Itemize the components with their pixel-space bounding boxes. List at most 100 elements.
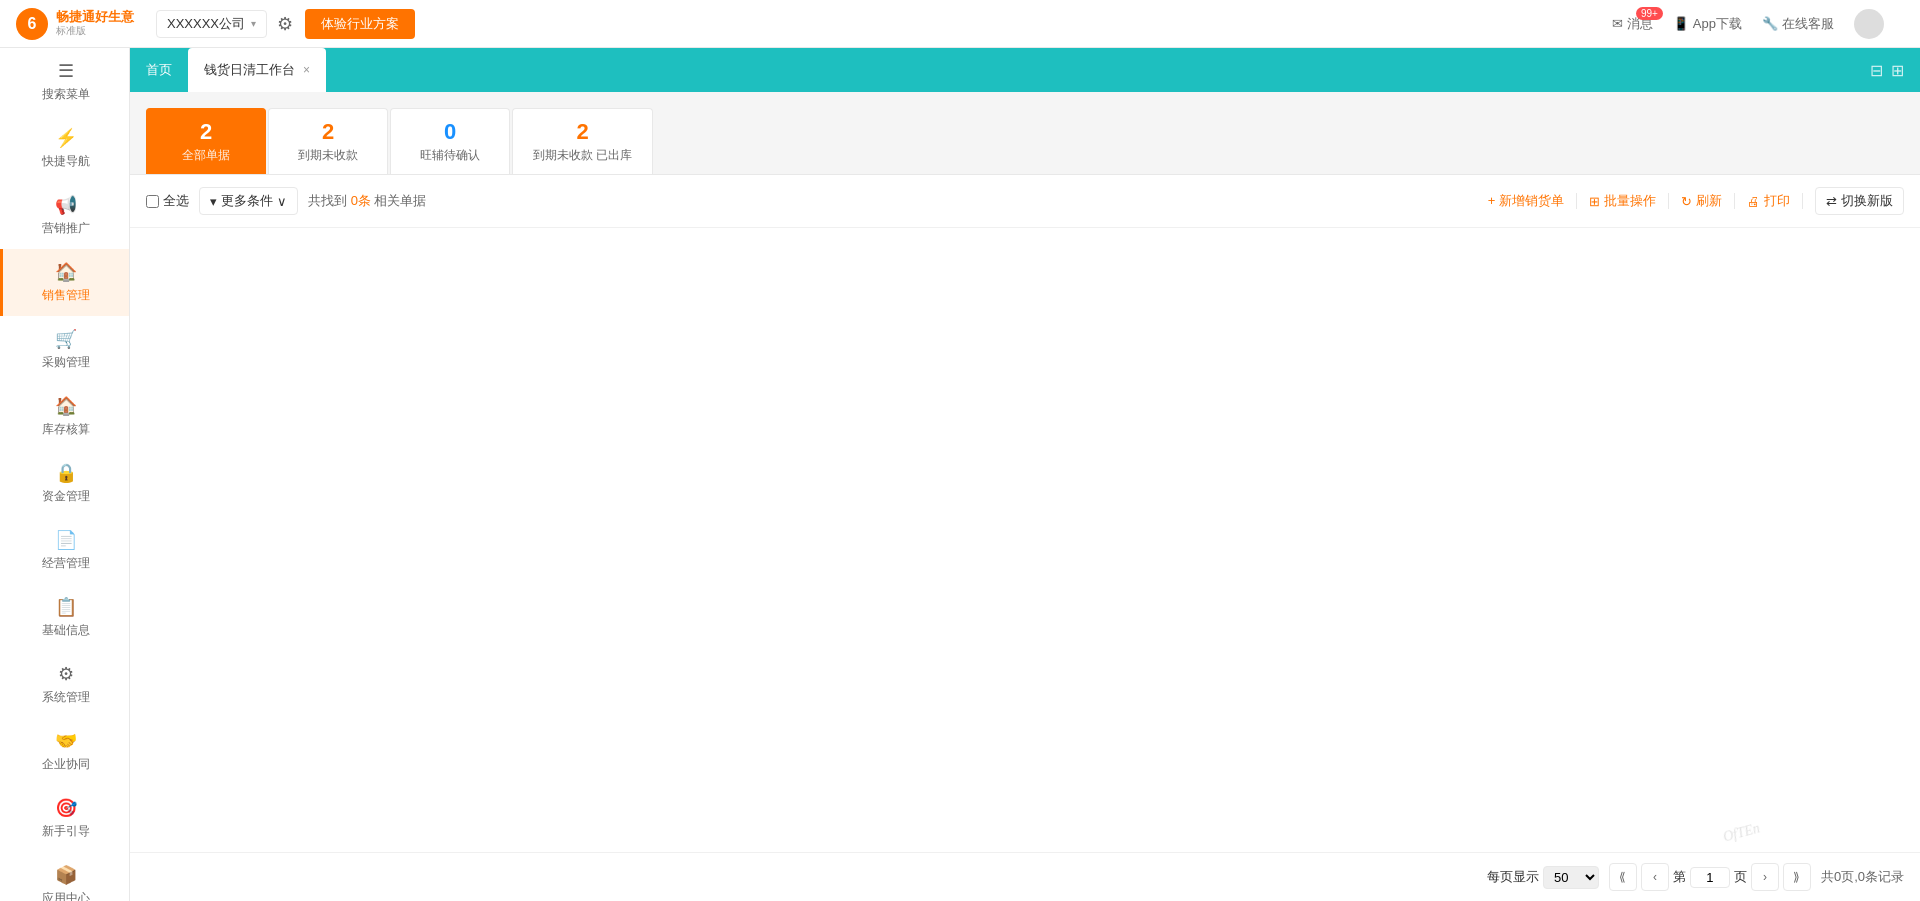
sidebar-item-base-info[interactable]: 📋 基础信息 — [0, 584, 129, 651]
layout: ☰ 搜索菜单 ⚡ 快捷导航 📢 营销推广 🏠 销售管理 🛒 采购管理 🏠 库存核… — [0, 48, 1920, 901]
stat-label-overdue: 到期未收款 — [289, 147, 367, 164]
sales-icon: 🏠 — [55, 261, 77, 283]
sidebar-item-system[interactable]: ⚙ 系统管理 — [0, 651, 129, 718]
page-last-button[interactable]: ⟫ — [1783, 863, 1811, 891]
quick-nav-icon: ⚡ — [55, 127, 77, 149]
filter-icon: ▾ — [210, 194, 217, 209]
stat-label-overdue-shipped: 到期未收款 已出库 — [533, 147, 632, 164]
sidebar-item-operations[interactable]: 📄 经营管理 — [0, 517, 129, 584]
search-menu-icon: ☰ — [58, 60, 74, 82]
toolbar-right: + 新增销货单 ⊞ 批量操作 ↻ 刷新 🖨 打印 — [1488, 187, 1904, 215]
header-right: ✉ 消息 99+ 📱 App下载 🔧 在线客服 — [1612, 9, 1904, 39]
toolbar: 全选 ▾ 更多条件 ∨ 共找到 0条 相关单据 + 新增销货单 ⊞ — [130, 174, 1920, 228]
table-area — [130, 228, 1920, 852]
print-button[interactable]: 🖨 打印 — [1747, 192, 1790, 210]
top-header: 6 畅捷通好生意 标准版 XXXXXX公司 ▾ ⚙ 体验行业方案 ✉ 消息 99… — [0, 0, 1920, 48]
app-center-icon: 📦 — [55, 864, 77, 886]
stat-tab-overdue-shipped[interactable]: 2 到期未收款 已出库 — [512, 108, 653, 174]
finance-icon: 🔒 — [55, 462, 77, 484]
stat-label-pending: 旺辅待确认 — [411, 147, 489, 164]
company-selector[interactable]: XXXXXX公司 ▾ — [156, 10, 267, 38]
sidebar-item-guide[interactable]: 🎯 新手引导 — [0, 785, 129, 852]
app-download-icon: 📱 — [1673, 16, 1689, 31]
sidebar-item-app-center[interactable]: 📦 应用中心 — [0, 852, 129, 901]
sidebar-label-finance: 资金管理 — [42, 488, 90, 505]
online-service-button[interactable]: 🔧 在线客服 — [1762, 15, 1834, 33]
sidebar-item-sales[interactable]: 🏠 销售管理 — [0, 249, 129, 316]
trial-button[interactable]: 体验行业方案 — [305, 9, 415, 39]
logo-icon: 6 — [16, 8, 48, 40]
message-icon: ✉ — [1612, 16, 1623, 31]
main-content: 首页 钱货日清工作台 × ⊟ ⊞ 2 全部单据 2 到期未收款 — [130, 48, 1920, 901]
page-total: 共0页,0条记录 — [1821, 868, 1904, 886]
sidebar-item-purchase[interactable]: 🛒 采购管理 — [0, 316, 129, 383]
refresh-button[interactable]: ↻ 刷新 — [1681, 192, 1722, 210]
stat-tab-pending[interactable]: 0 旺辅待确认 — [390, 108, 510, 174]
sidebar: ☰ 搜索菜单 ⚡ 快捷导航 📢 营销推广 🏠 销售管理 🛒 采购管理 🏠 库存核… — [0, 48, 130, 901]
page-number-input[interactable] — [1690, 867, 1730, 888]
logo-text-area: 畅捷通好生意 标准版 — [56, 9, 134, 39]
page-nav: ⟪ ‹ 第 页 › ⟫ — [1609, 863, 1811, 891]
filter-button[interactable]: ▾ 更多条件 ∨ — [199, 187, 298, 215]
stat-num-pending: 0 — [411, 119, 489, 145]
add-sales-order-button[interactable]: + 新增销货单 — [1488, 192, 1564, 210]
page-label: 第 — [1673, 868, 1686, 886]
refresh-icon: ↻ — [1681, 194, 1692, 209]
tab-home[interactable]: 首页 — [130, 48, 188, 92]
settings-icon[interactable]: ⚙ — [277, 13, 293, 35]
page-next-button[interactable]: › — [1751, 863, 1779, 891]
app-download-button[interactable]: 📱 App下载 — [1673, 15, 1742, 33]
nav-tabs: 首页 钱货日清工作台 × ⊟ ⊞ — [130, 48, 1920, 92]
logo-title: 畅捷通好生意 — [56, 9, 134, 25]
select-all-label: 全选 — [163, 192, 189, 210]
print-icon: 🖨 — [1747, 194, 1760, 209]
tab-home-label: 首页 — [146, 61, 172, 79]
divider2 — [1668, 193, 1669, 209]
checkbox-input[interactable] — [146, 195, 159, 208]
workbench: 2 全部单据 2 到期未收款 0 旺辅待确认 2 到期未收款 已出库 — [130, 92, 1920, 901]
base-info-icon: 📋 — [55, 596, 77, 618]
sidebar-item-search-menu[interactable]: ☰ 搜索菜单 — [0, 48, 129, 115]
sidebar-label-marketing: 营销推广 — [42, 220, 90, 237]
avatar[interactable] — [1854, 9, 1884, 39]
tab-expand-icon[interactable]: ⊞ — [1891, 61, 1904, 80]
page-suffix: 页 — [1734, 868, 1747, 886]
stat-tab-overdue[interactable]: 2 到期未收款 — [268, 108, 388, 174]
sidebar-item-inventory[interactable]: 🏠 库存核算 — [0, 383, 129, 450]
stat-tab-all[interactable]: 2 全部单据 — [146, 108, 266, 174]
stats-tabs: 2 全部单据 2 到期未收款 0 旺辅待确认 2 到期未收款 已出库 — [130, 92, 1920, 174]
sidebar-label-purchase: 采购管理 — [42, 354, 90, 371]
stat-num-overdue: 2 — [289, 119, 367, 145]
page-first-button[interactable]: ⟪ — [1609, 863, 1637, 891]
found-text: 共找到 0条 相关单据 — [308, 192, 426, 210]
company-name: XXXXXX公司 — [167, 15, 245, 33]
sidebar-label-system: 系统管理 — [42, 689, 90, 706]
batch-operation-button[interactable]: ⊞ 批量操作 — [1589, 192, 1656, 210]
per-page-select[interactable]: 每页显示 20 50 100 — [1487, 866, 1599, 889]
sidebar-item-finance[interactable]: 🔒 资金管理 — [0, 450, 129, 517]
sidebar-item-cooperation[interactable]: 🤝 企业协同 — [0, 718, 129, 785]
cooperation-icon: 🤝 — [55, 730, 77, 752]
select-all-checkbox[interactable]: 全选 — [146, 192, 189, 210]
logo-area: 6 畅捷通好生意 标准版 — [16, 8, 146, 40]
company-dropdown-arrow: ▾ — [251, 18, 256, 29]
page-prev-button[interactable]: ‹ — [1641, 863, 1669, 891]
per-page-dropdown[interactable]: 20 50 100 — [1543, 866, 1599, 889]
batch-icon: ⊞ — [1589, 194, 1600, 209]
service-icon: 🔧 — [1762, 16, 1778, 31]
sidebar-item-marketing[interactable]: 📢 营销推广 — [0, 182, 129, 249]
switch-version-button[interactable]: ⇄ 切换新版 — [1815, 187, 1904, 215]
sidebar-item-quick-nav[interactable]: ⚡ 快捷导航 — [0, 115, 129, 182]
pagination-bar: 每页显示 20 50 100 ⟪ ‹ 第 页 › ⟫ 共0页,0条记录 — [130, 852, 1920, 901]
tab-workbench-label: 钱货日清工作台 — [204, 61, 295, 79]
switch-icon: ⇄ — [1826, 194, 1837, 209]
tab-bar-right: ⊟ ⊞ — [1870, 61, 1920, 80]
purchase-icon: 🛒 — [55, 328, 77, 350]
marketing-icon: 📢 — [55, 194, 77, 216]
filter-arrow: ∨ — [277, 194, 287, 209]
tab-workbench[interactable]: 钱货日清工作台 × — [188, 48, 326, 92]
messages-button[interactable]: ✉ 消息 99+ — [1612, 15, 1653, 33]
tab-minimize-icon[interactable]: ⊟ — [1870, 61, 1883, 80]
tab-close-icon[interactable]: × — [303, 63, 310, 77]
sidebar-label-inventory: 库存核算 — [42, 421, 90, 438]
